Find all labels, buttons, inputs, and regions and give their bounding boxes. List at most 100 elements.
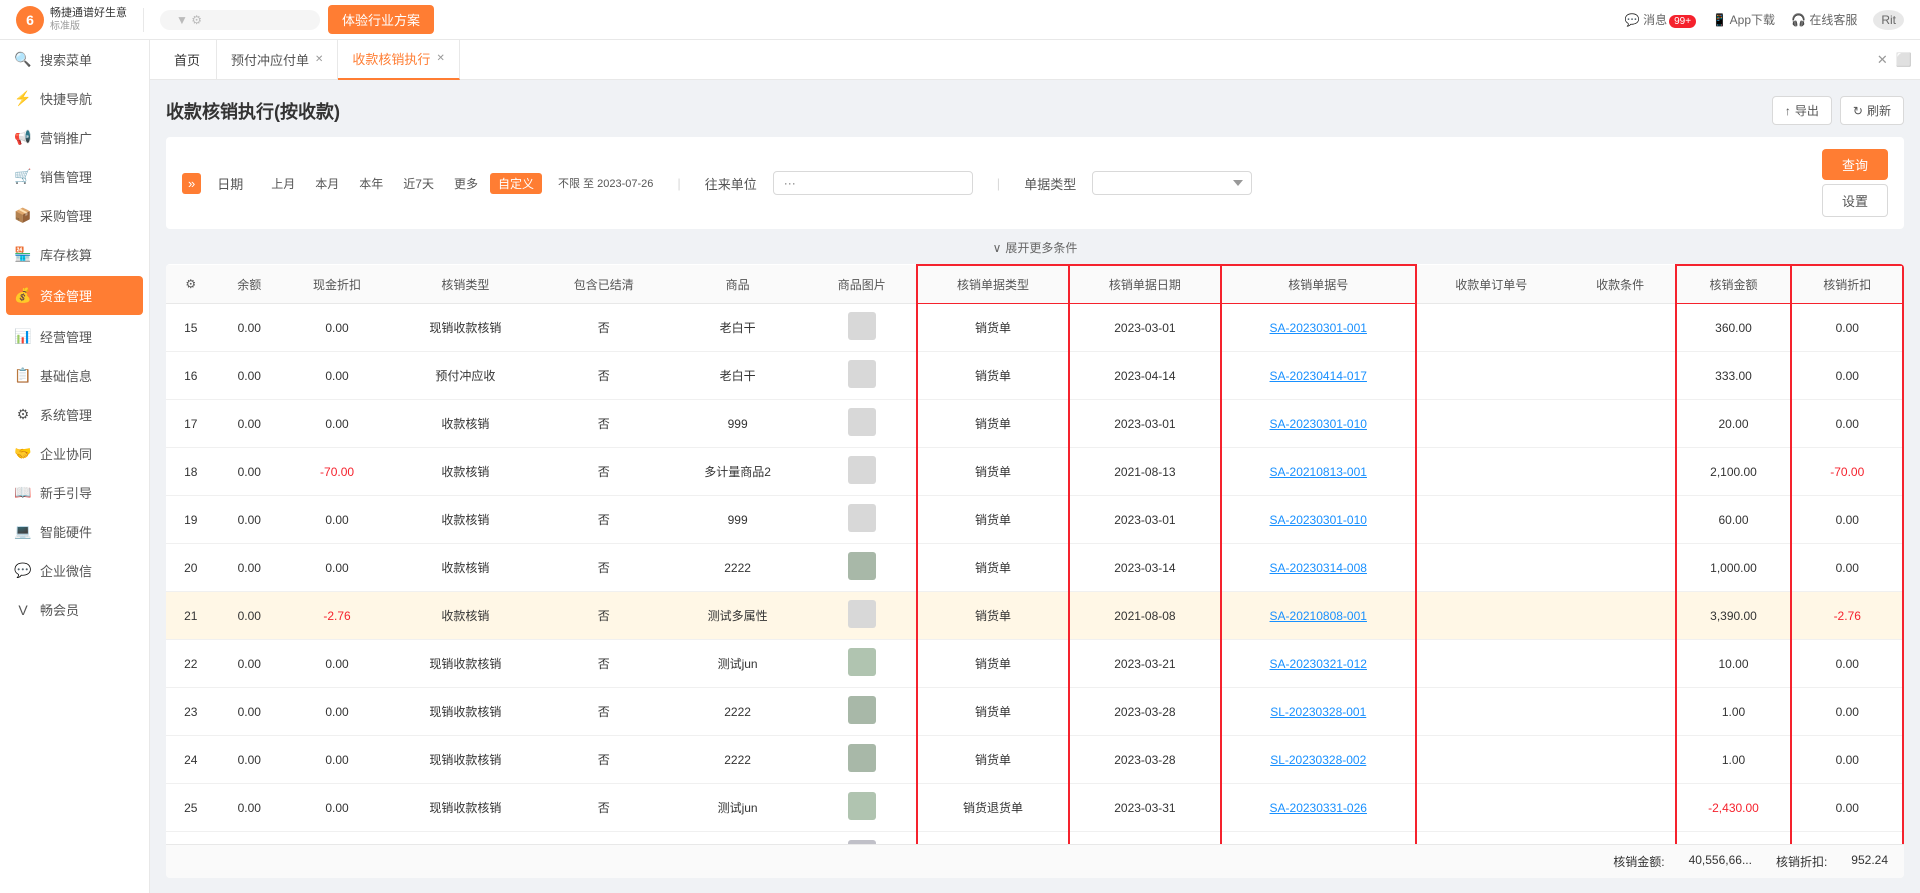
app-download-link[interactable]: 📱 App下载 <box>1712 11 1775 28</box>
cell-goods: 999 <box>668 400 808 448</box>
cell-doc-type: 销货单 <box>917 592 1069 640</box>
cell-receipt-order-no <box>1416 640 1566 688</box>
filter-row: » 日期 上月 本月 本年 近7天 更多 自定义 不限 至 2023-07-26 <box>182 149 1888 217</box>
cell-doc-no[interactable]: SA-20230301-010 <box>1221 496 1416 544</box>
date-btn-last-month[interactable]: 上月 <box>263 173 303 194</box>
sidebar-item-marketing[interactable]: 📢营销推广 <box>0 118 149 157</box>
cell-goods-img <box>807 784 917 832</box>
col-verify-discount: 核销折扣 <box>1791 265 1903 304</box>
cell-doc-type: 销货退货单 <box>917 784 1069 832</box>
tab-prepay[interactable]: 预付冲应付单 ✕ <box>217 40 338 80</box>
online-service-link[interactable]: 🎧 在线客服 <box>1791 11 1857 28</box>
cell-include-settled: 否 <box>540 832 668 845</box>
table-row: 16 0.00 0.00 预付冲应收 否 老白干 销货单 2023-04-14 … <box>166 352 1903 400</box>
cell-doc-no[interactable]: ABC-001 <box>1221 832 1416 845</box>
sidebar-item-enterprise[interactable]: 🤝企业协同 <box>0 434 149 473</box>
sidebar-item-quick[interactable]: ⚡快捷导航 <box>0 79 149 118</box>
cell-num: 17 <box>166 400 216 448</box>
sidebar-item-search[interactable]: 🔍搜索菜单 <box>0 40 149 79</box>
cell-doc-type: 销货单 <box>917 736 1069 784</box>
cell-receipt-condition <box>1566 688 1676 736</box>
sidebar-menu: 🔍搜索菜单 ⚡快捷导航 📢营销推广 🛒销售管理 📦采购管理 🏪库存核算 💰资金管… <box>0 40 149 893</box>
date-btn-custom[interactable]: 自定义 <box>490 173 542 194</box>
sidebar-item-inventory[interactable]: 🏪库存核算 <box>0 235 149 274</box>
cell-num: 16 <box>166 352 216 400</box>
tab-close-all[interactable]: ✕ <box>1877 52 1888 68</box>
table-wrapper[interactable]: ⚙ 余额 现金折扣 核销类型 包含已结清 商品 商品图片 核销单据类型 核销单据… <box>166 264 1904 844</box>
table-footer: 核销金额: 40,556,66... 核销折扣: 952.24 <box>166 844 1904 878</box>
cell-doc-no[interactable]: SA-20230314-008 <box>1221 544 1416 592</box>
sidebar-item-member[interactable]: V畅会员 <box>0 590 149 629</box>
cell-doc-no[interactable]: SA-20230321-012 <box>1221 640 1416 688</box>
cell-balance: 0.00 <box>216 736 284 784</box>
col-verify-amount: 核销金额 <box>1676 265 1792 304</box>
refresh-button[interactable]: ↻ 刷新 <box>1840 96 1904 125</box>
table-row: 25 0.00 0.00 现销收款核销 否 测试jun 销货退货单 2023-0… <box>166 784 1903 832</box>
cell-verify-amount: 60.00 <box>1676 496 1792 544</box>
expand-more-button[interactable]: ∨ 展开更多条件 <box>993 239 1078 256</box>
expand-arrow-icon[interactable]: » <box>182 173 201 194</box>
date-btn-this-month[interactable]: 本月 <box>307 173 347 194</box>
cell-doc-no[interactable]: SA-20230301-001 <box>1221 304 1416 352</box>
cell-doc-no[interactable]: SA-20230331-026 <box>1221 784 1416 832</box>
footer-total-discount: 952.24 <box>1851 853 1888 870</box>
cell-verify-type: 现销收款核销 <box>391 640 540 688</box>
date-btn-this-year[interactable]: 本年 <box>351 173 391 194</box>
cell-doc-date: 2023-03-31 <box>1069 784 1221 832</box>
messages-icon[interactable]: 💬 消息99+ <box>1625 11 1696 28</box>
date-btn-more[interactable]: 更多 <box>446 173 486 194</box>
cell-receipt-order-no <box>1416 784 1566 832</box>
user-avatar[interactable]: Rit <box>1873 10 1904 30</box>
sidebar-item-purchase[interactable]: 📦采购管理 <box>0 196 149 235</box>
cell-include-settled: 否 <box>540 304 668 352</box>
tab-collection[interactable]: 收款核销执行 ✕ <box>338 40 459 80</box>
page-content: 收款核销执行(按收款) ↑ 导出 ↻ 刷新 » <box>150 80 1920 893</box>
cell-doc-no[interactable]: SA-20230414-017 <box>1221 352 1416 400</box>
cell-doc-type: 销货单 <box>917 496 1069 544</box>
cell-verify-type: 收款核销 <box>391 400 540 448</box>
cell-receipt-condition <box>1566 736 1676 784</box>
cell-verify-amount: 1,000.00 <box>1676 544 1792 592</box>
cell-balance: 0.00 <box>216 304 284 352</box>
cell-balance: 0.00 <box>216 688 284 736</box>
sidebar-item-guide[interactable]: 📖新手引导 <box>0 473 149 512</box>
sidebar-item-basic[interactable]: 📋基础信息 <box>0 356 149 395</box>
query-button[interactable]: 查询 <box>1822 149 1888 180</box>
cell-verify-discount: -2.76 <box>1791 592 1903 640</box>
tab-prepay-close[interactable]: ✕ <box>315 54 323 65</box>
cell-doc-no[interactable]: SA-20230301-010 <box>1221 400 1416 448</box>
counterpart-label: 往来单位 <box>705 174 757 193</box>
cell-include-settled: 否 <box>540 784 668 832</box>
sidebar-item-wechat[interactable]: 💬企业微信 <box>0 551 149 590</box>
cell-num: 25 <box>166 784 216 832</box>
cell-receipt-order-no <box>1416 736 1566 784</box>
cell-doc-type: 销货单 <box>917 448 1069 496</box>
logo-text: 畅捷通谱好生意 标准版 <box>50 6 127 33</box>
cell-doc-no[interactable]: SA-20210813-001 <box>1221 448 1416 496</box>
export-button[interactable]: ↑ 导出 <box>1772 96 1832 125</box>
sidebar-item-hardware[interactable]: 💻智能硬件 <box>0 512 149 551</box>
cell-goods: 2222 <box>668 688 808 736</box>
main-table: ⚙ 余额 现金折扣 核销类型 包含已结清 商品 商品图片 核销单据类型 核销单据… <box>166 264 1904 844</box>
tab-maximize[interactable]: ⬜ <box>1896 52 1912 68</box>
cell-goods-img <box>807 352 917 400</box>
sidebar: 🔍搜索菜单 ⚡快捷导航 📢营销推广 🛒销售管理 📦采购管理 🏪库存核算 💰资金管… <box>0 40 150 893</box>
date-btn-7days[interactable]: 近7天 <box>395 173 442 194</box>
sidebar-item-operation[interactable]: 📊经营管理 <box>0 317 149 356</box>
sidebar-item-sales[interactable]: 🛒销售管理 <box>0 157 149 196</box>
cell-verify-discount: -70.00 <box>1791 448 1903 496</box>
sidebar-item-finance[interactable]: 💰资金管理 <box>6 276 143 315</box>
cell-balance: 0.00 <box>216 352 284 400</box>
col-gear[interactable]: ⚙ <box>166 265 216 304</box>
filter-expand-arrow[interactable]: » <box>182 173 201 194</box>
cell-doc-no[interactable]: SL-20230328-001 <box>1221 688 1416 736</box>
trial-btn[interactable]: 体验行业方案 <box>328 5 434 34</box>
tab-collection-close[interactable]: ✕ <box>436 53 444 64</box>
tab-home[interactable]: 首页 <box>158 40 217 80</box>
setting-button[interactable]: 设置 <box>1822 184 1888 217</box>
cell-doc-no[interactable]: SL-20230328-002 <box>1221 736 1416 784</box>
doc-type-select[interactable] <box>1092 171 1252 195</box>
counterpart-input[interactable] <box>773 171 973 195</box>
cell-doc-no[interactable]: SA-20210808-001 <box>1221 592 1416 640</box>
sidebar-item-system[interactable]: ⚙系统管理 <box>0 395 149 434</box>
